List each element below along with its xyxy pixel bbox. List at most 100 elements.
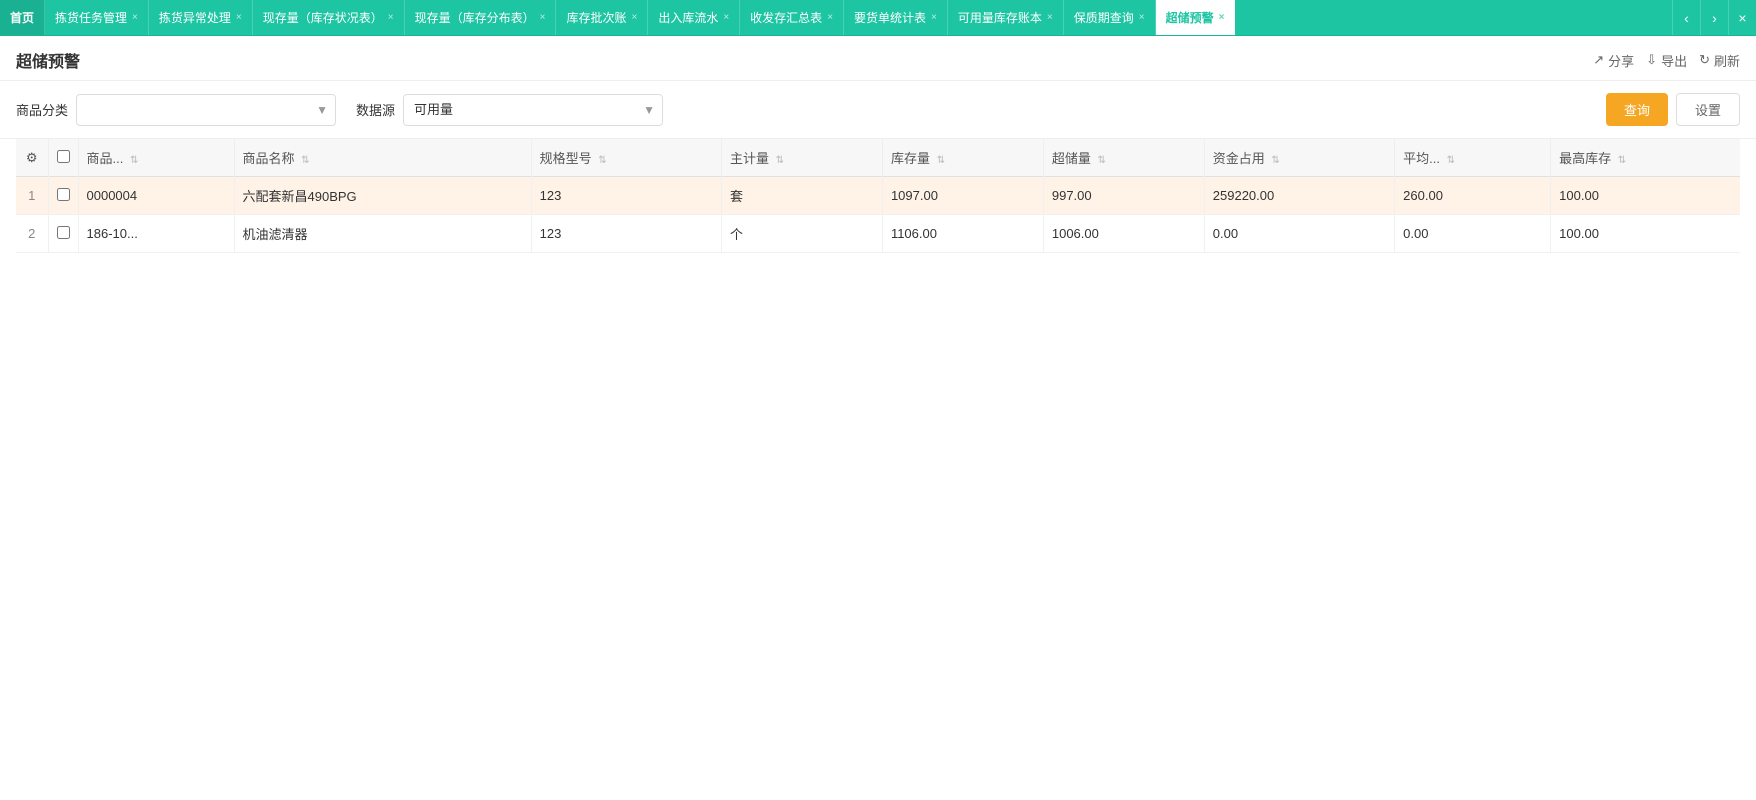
excess: 997.00	[1043, 177, 1204, 215]
product-category-label: 商品分类	[16, 100, 68, 119]
nav-tab-6[interactable]: 出入库流水 ×	[648, 0, 740, 36]
capital: 259220.00	[1204, 177, 1394, 215]
nav-tab-7[interactable]: 收发存汇总表 ×	[740, 0, 844, 36]
col-avg[interactable]: 平均... ⇅	[1395, 139, 1551, 177]
page-title: 超储预警	[16, 48, 80, 72]
col-spec[interactable]: 规格型号 ⇅	[531, 139, 721, 177]
avg: 0.00	[1395, 215, 1551, 253]
data-table: ⚙ 商品... ⇅ 商品名称 ⇅ 规格型号 ⇅	[16, 139, 1740, 253]
sort-icon: ⇅	[1098, 155, 1106, 166]
product-category-select-wrapper: ▼	[76, 94, 336, 126]
data-source-label: 数据源	[356, 100, 395, 119]
max-stock: 100.00	[1551, 177, 1740, 215]
nav-tab-9[interactable]: 可用量库存账本 ×	[948, 0, 1064, 36]
row-checkbox[interactable]	[57, 188, 70, 201]
close-icon[interactable]: ×	[723, 12, 729, 23]
product-code: 186-10...	[78, 215, 234, 253]
product-category-select[interactable]	[76, 94, 336, 126]
col-excess[interactable]: 超储量 ⇅	[1043, 139, 1204, 177]
settings-button[interactable]: 设置	[1676, 93, 1740, 126]
table-row: 1 0000004 六配套新昌490BPG 123 套 1097.00 997.…	[16, 177, 1740, 215]
close-icon[interactable]: ×	[1139, 12, 1145, 23]
refresh-icon: ↻	[1699, 52, 1710, 68]
spec: 123	[531, 215, 721, 253]
row-checkbox-cell	[48, 177, 78, 215]
row-checkbox-cell	[48, 215, 78, 253]
row-index: 1	[16, 177, 48, 215]
col-product-name[interactable]: 商品名称 ⇅	[234, 139, 531, 177]
excess: 1006.00	[1043, 215, 1204, 253]
export-button[interactable]: ⇩ 导出	[1646, 51, 1687, 70]
table-row: 2 186-10... 机油滤清器 123 个 1106.00 1006.00 …	[16, 215, 1740, 253]
nav-tab-1[interactable]: 拣货任务管理 ×	[45, 0, 149, 36]
product-name: 六配套新昌490BPG	[234, 177, 531, 215]
nav-tab-10[interactable]: 保质期查询 ×	[1064, 0, 1156, 36]
share-icon: ↗	[1593, 52, 1604, 68]
table-body: 1 0000004 六配套新昌490BPG 123 套 1097.00 997.…	[16, 177, 1740, 253]
table-header-row: ⚙ 商品... ⇅ 商品名称 ⇅ 规格型号 ⇅	[16, 139, 1740, 177]
close-icon[interactable]: ×	[236, 12, 242, 23]
query-button[interactable]: 查询	[1606, 93, 1668, 126]
gear-icon[interactable]: ⚙	[26, 150, 38, 165]
nav-tab-3[interactable]: 现存量（库存状况表） ×	[253, 0, 405, 36]
nav-tab-5[interactable]: 库存批次账 ×	[556, 0, 648, 36]
col-max-stock[interactable]: 最高库存 ⇅	[1551, 139, 1740, 177]
close-icon[interactable]: ×	[388, 12, 394, 23]
select-all-checkbox[interactable]	[57, 150, 70, 163]
sort-icon: ⇅	[598, 155, 606, 166]
nav-arrows: ‹ › ×	[1672, 0, 1756, 36]
filter-actions: 查询 设置	[1606, 93, 1740, 126]
close-icon[interactable]: ×	[931, 12, 937, 23]
share-button[interactable]: ↗ 分享	[1593, 51, 1634, 70]
nav-tab-8[interactable]: 要货单统计表 ×	[844, 0, 948, 36]
nav-tab-home[interactable]: 首页	[0, 0, 45, 36]
sort-icon: ⇅	[776, 155, 784, 166]
unit: 个	[722, 215, 883, 253]
close-icon[interactable]: ×	[1047, 12, 1053, 23]
row-checkbox[interactable]	[57, 226, 70, 239]
stock: 1097.00	[882, 177, 1043, 215]
sort-icon: ⇅	[301, 155, 309, 166]
nav-arrow-close[interactable]: ×	[1728, 0, 1756, 36]
data-source-filter: 数据源 可用量 ▼	[356, 94, 663, 126]
top-navigation: 首页 拣货任务管理 × 拣货异常处理 × 现存量（库存状况表） × 现存量（库存…	[0, 0, 1756, 36]
stock: 1106.00	[882, 215, 1043, 253]
refresh-button[interactable]: ↻ 刷新	[1699, 51, 1740, 70]
export-icon: ⇩	[1646, 52, 1657, 68]
capital: 0.00	[1204, 215, 1394, 253]
close-icon[interactable]: ×	[1219, 12, 1225, 23]
sort-icon: ⇅	[1447, 155, 1455, 166]
nav-arrow-right[interactable]: ›	[1700, 0, 1728, 36]
close-icon[interactable]: ×	[827, 12, 833, 23]
close-icon[interactable]: ×	[132, 12, 138, 23]
product-category-filter: 商品分类 ▼	[16, 94, 336, 126]
table-wrapper: ⚙ 商品... ⇅ 商品名称 ⇅ 规格型号 ⇅	[0, 139, 1756, 253]
col-gear: ⚙	[16, 139, 48, 177]
nav-tab-2[interactable]: 拣货异常处理 ×	[149, 0, 253, 36]
sort-icon: ⇅	[1271, 155, 1279, 166]
nav-tab-4[interactable]: 现存量（库存分布表） ×	[405, 0, 557, 36]
col-capital[interactable]: 资金占用 ⇅	[1204, 139, 1394, 177]
col-unit[interactable]: 主计量 ⇅	[722, 139, 883, 177]
max-stock: 100.00	[1551, 215, 1740, 253]
page-content: 超储预警 ↗ 分享 ⇩ 导出 ↻ 刷新 商品分类 ▼	[0, 36, 1756, 800]
header-actions: ↗ 分享 ⇩ 导出 ↻ 刷新	[1593, 51, 1740, 70]
col-product-code[interactable]: 商品... ⇅	[78, 139, 234, 177]
close-icon[interactable]: ×	[631, 12, 637, 23]
data-source-select-wrapper: 可用量 ▼	[403, 94, 663, 126]
col-stock[interactable]: 库存量 ⇅	[882, 139, 1043, 177]
sort-icon: ⇅	[1618, 155, 1626, 166]
data-source-select[interactable]: 可用量	[403, 94, 663, 126]
product-code: 0000004	[78, 177, 234, 215]
col-select-all	[48, 139, 78, 177]
unit: 套	[722, 177, 883, 215]
close-icon[interactable]: ×	[540, 12, 546, 23]
spec: 123	[531, 177, 721, 215]
page-header: 超储预警 ↗ 分享 ⇩ 导出 ↻ 刷新	[0, 36, 1756, 81]
nav-tab-11-active[interactable]: 超储预警 ×	[1156, 0, 1236, 36]
sort-icon: ⇅	[130, 155, 138, 166]
sort-icon: ⇅	[937, 155, 945, 166]
filter-bar: 商品分类 ▼ 数据源 可用量 ▼ 查询 设置	[0, 81, 1756, 139]
nav-arrow-left[interactable]: ‹	[1672, 0, 1700, 36]
product-name: 机油滤清器	[234, 215, 531, 253]
